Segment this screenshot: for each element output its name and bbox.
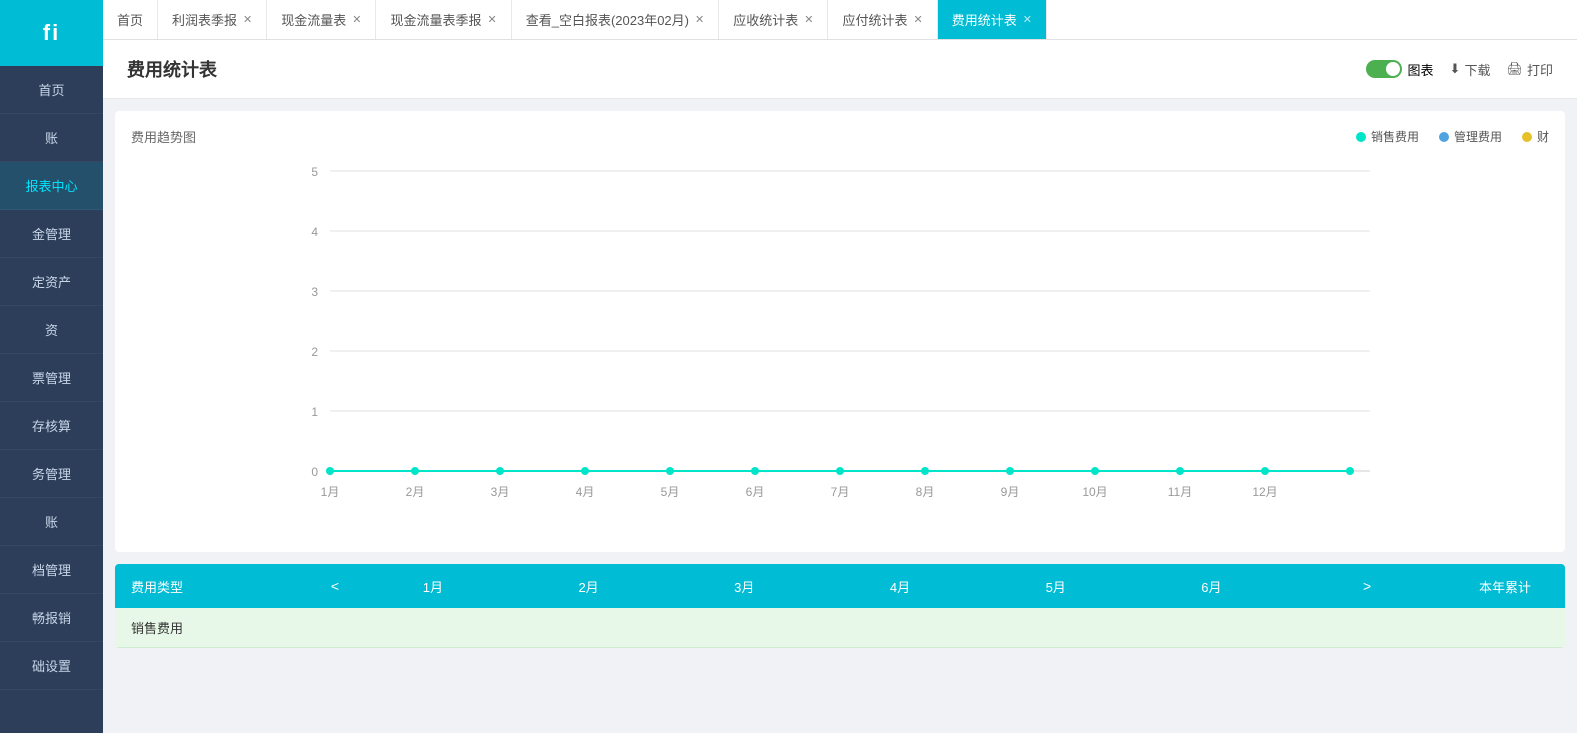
legend-dot-admin [1439,132,1449,142]
page-content: 费用统计表 图表 ⬇ 下载 🖨 打印 费用趋势图 [103,40,1577,733]
svg-text:11月: 11月 [1168,485,1192,499]
table-row-sales: 销售费用 [115,608,1565,648]
main-area: 首页 利润表季报 ✕ 现金流量表 ✕ 现金流量表季报 ✕ 查看_空白报表(202… [103,0,1577,733]
tab-close-payable[interactable]: ✕ [913,13,922,26]
tab-profit-quarterly[interactable]: 利润表季报 ✕ [158,0,267,39]
svg-text:12月: 12月 [1252,485,1277,499]
svg-text:6月: 6月 [746,485,765,499]
sidebar-item-tickets[interactable]: 票管理 [0,354,103,402]
svg-text:9月: 9月 [1001,485,1020,499]
chart-toggle-wrap: 图表 [1366,60,1434,79]
sidebar-item-cash[interactable]: 金管理 [0,210,103,258]
legend-label-finance: 财 [1537,128,1549,145]
chart-area: 0 1 2 3 4 5 [131,156,1549,536]
download-button[interactable]: ⬇ 下载 [1450,60,1491,79]
svg-text:3月: 3月 [491,485,510,499]
table-header: 费用类型 < 1月 2月 3月 4月 5月 6月 > 本年累计 [115,564,1565,608]
sidebar-item-settings[interactable]: 础设置 [0,642,103,690]
svg-text:7月: 7月 [831,485,850,499]
chart-toggle-label: 图表 [1408,60,1434,79]
sidebar-item-home[interactable]: 首页 [0,66,103,114]
sidebar-logo: fi [0,0,103,66]
svg-text:5: 5 [311,165,318,179]
svg-text:4: 4 [311,225,318,239]
svg-text:2月: 2月 [406,485,425,499]
table-section: 费用类型 < 1月 2月 3月 4月 5月 6月 > 本年累计 销售费用 [115,564,1565,648]
chart-legend: 销售费用 管理费用 财 [1356,128,1549,145]
header-actions: 图表 ⬇ 下载 🖨 打印 [1366,60,1553,79]
svg-text:10月: 10月 [1082,485,1107,499]
tab-close-cashflow[interactable]: ✕ [352,13,361,26]
chart-toggle[interactable] [1366,60,1402,78]
svg-text:5月: 5月 [661,485,680,499]
legend-label-admin: 管理费用 [1454,128,1502,145]
print-button[interactable]: 🖨 打印 [1506,60,1553,79]
tab-expense-stats[interactable]: 费用统计表 ✕ [938,0,1047,39]
svg-text:8月: 8月 [916,485,935,499]
svg-text:1: 1 [311,405,318,419]
legend-label-sales: 销售费用 [1371,128,1419,145]
sidebar-item-ledger[interactable]: 账 [0,498,103,546]
tab-close-profit-quarterly[interactable]: ✕ [243,13,252,26]
legend-sales-expense: 销售费用 [1356,128,1419,145]
print-icon: 🖨 [1506,61,1523,77]
svg-text:1月: 1月 [321,485,340,499]
sidebar-item-expense[interactable]: 畅报销 [0,594,103,642]
th-prev-arrow[interactable]: < [315,578,355,594]
sidebar-item-account[interactable]: 账 [0,114,103,162]
chart-header: 费用趋势图 销售费用 管理费用 财 [131,127,1549,146]
th-type: 费用类型 [115,577,315,596]
sidebar-item-affairs[interactable]: 务管理 [0,450,103,498]
th-next-arrow[interactable]: > [1289,578,1445,594]
sidebar-item-archive[interactable]: 档管理 [0,546,103,594]
page-header: 费用统计表 图表 ⬇ 下载 🖨 打印 [103,40,1577,99]
svg-text:0: 0 [311,465,318,479]
tab-blank-report[interactable]: 查看_空白报表(2023年02月) ✕ [512,0,720,39]
sidebar: fi 首页 账 报表中心 金管理 定资产 资 票管理 存核算 务管理 账 档管理… [0,0,103,733]
tab-close-cashflow-quarterly[interactable]: ✕ [488,13,497,26]
td-type-sales: 销售费用 [115,618,315,637]
chart-section: 费用趋势图 销售费用 管理费用 财 [115,111,1565,552]
tab-payable[interactable]: 应付统计表 ✕ [828,0,937,39]
chart-title: 费用趋势图 [131,127,196,146]
legend-dot-finance [1522,132,1532,142]
th-month-6: 6月 [1134,577,1290,596]
sidebar-item-capital[interactable]: 资 [0,306,103,354]
legend-finance-expense: 财 [1522,128,1549,145]
th-month-5: 5月 [978,577,1134,596]
tab-close-receivable[interactable]: ✕ [804,13,813,26]
tab-close-blank-report[interactable]: ✕ [695,13,704,26]
download-icon: ⬇ [1450,61,1461,77]
sidebar-item-assets[interactable]: 定资产 [0,258,103,306]
th-month-1: 1月 [355,577,511,596]
legend-admin-expense: 管理费用 [1439,128,1502,145]
th-month-4: 4月 [822,577,978,596]
th-total: 本年累计 [1445,577,1565,596]
th-month-2: 2月 [511,577,667,596]
th-month-3: 3月 [666,577,822,596]
tab-cashflow-quarterly[interactable]: 现金流量表季报 ✕ [376,0,511,39]
legend-dot-sales [1356,132,1366,142]
tab-receivable[interactable]: 应收统计表 ✕ [719,0,828,39]
tab-close-expense-stats[interactable]: ✕ [1023,13,1032,26]
svg-text:4月: 4月 [576,485,595,499]
svg-text:2: 2 [311,345,318,359]
tab-cashflow[interactable]: 现金流量表 ✕ [267,0,376,39]
sidebar-item-reports[interactable]: 报表中心 [0,162,103,210]
page-title: 费用统计表 [127,56,217,82]
sidebar-item-inventory[interactable]: 存核算 [0,402,103,450]
tab-bar: 首页 利润表季报 ✕ 现金流量表 ✕ 现金流量表季报 ✕ 查看_空白报表(202… [103,0,1577,40]
tab-home[interactable]: 首页 [103,0,158,39]
svg-text:3: 3 [311,285,318,299]
